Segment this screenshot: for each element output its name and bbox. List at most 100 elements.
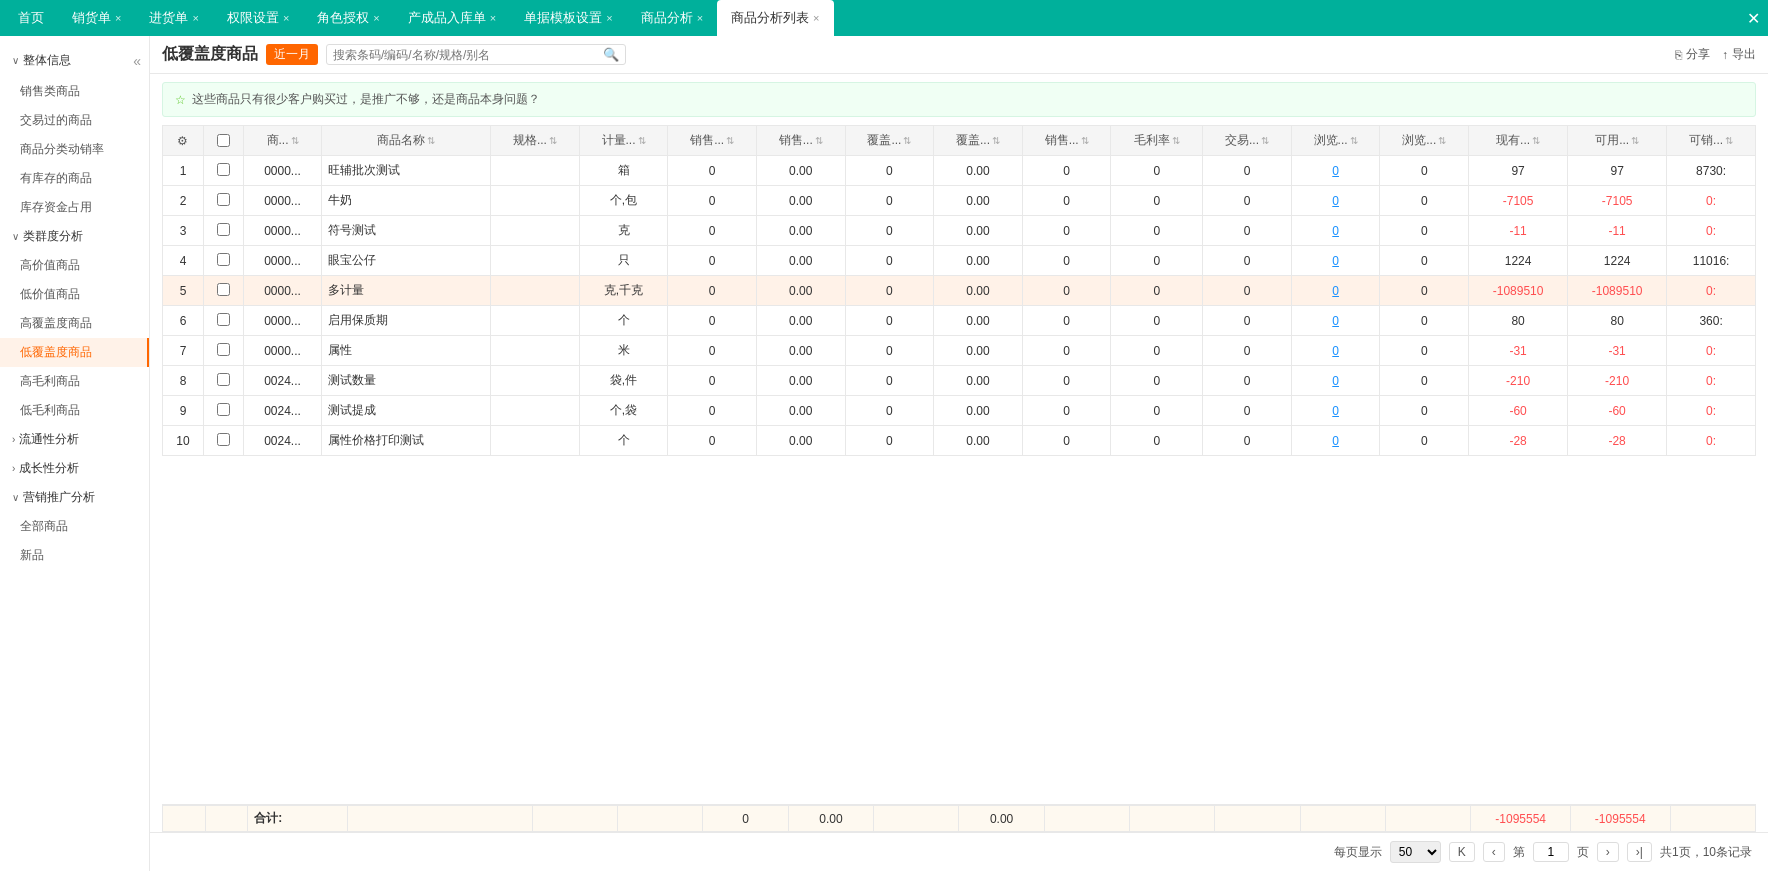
col-name[interactable]: 商品名称⇅ [321,126,490,156]
period-button[interactable]: 近一月 [266,44,318,65]
close-icon[interactable]: × [373,12,379,24]
sidebar-item-high-profit[interactable]: 高毛利商品 [0,367,149,396]
sidebar-item-inventory-goods[interactable]: 有库存的商品 [0,164,149,193]
col-saleable[interactable]: 可销...⇅ [1667,126,1756,156]
close-icon[interactable]: × [115,12,121,24]
close-icon[interactable]: × [192,12,198,24]
sidebar-item-category-rate[interactable]: 商品分类动销率 [0,135,149,164]
row-browse1[interactable]: 0 [1291,216,1380,246]
row-checkbox-input[interactable] [217,163,230,176]
row-checkbox[interactable] [203,156,243,186]
nav-tab-home[interactable]: 首页 [4,0,58,36]
col-cover2[interactable]: 覆盖...⇅ [934,126,1023,156]
row-checkbox-input[interactable] [217,403,230,416]
col-unit[interactable]: 计量...⇅ [579,126,668,156]
sidebar-section-overall[interactable]: ∨ 整体信息 [8,48,75,73]
sidebar-item-low-coverage[interactable]: 低覆盖度商品 [0,338,149,367]
page-size-select[interactable]: 50 20 100 200 [1390,841,1441,863]
sidebar-item-capital-usage[interactable]: 库存资金占用 [0,193,149,222]
sidebar-section-circulation[interactable]: › 流通性分析 [0,425,149,454]
nav-tab-roles[interactable]: 角色授权 × [303,0,393,36]
row-checkbox-input[interactable] [217,343,230,356]
col-sales-amt[interactable]: 销售...⇅ [756,126,845,156]
share-button[interactable]: ⎘ 分享 [1675,46,1710,63]
sidebar-item-new-goods[interactable]: 新品 [0,541,149,570]
row-browse2: 0 [1380,336,1469,366]
row-checkbox-input[interactable] [217,433,230,446]
row-checkbox[interactable] [203,426,243,456]
page-input[interactable] [1533,842,1569,862]
row-checkbox[interactable] [203,336,243,366]
row-checkbox-input[interactable] [217,283,230,296]
close-icon[interactable]: × [697,12,703,24]
sidebar-item-low-value[interactable]: 低价值商品 [0,280,149,309]
sidebar-section-group[interactable]: ∨ 类群度分析 [0,222,149,251]
col-current[interactable]: 现有...⇅ [1469,126,1568,156]
row-browse1[interactable]: 0 [1291,246,1380,276]
row-browse1[interactable]: 0 [1291,426,1380,456]
col-checkbox[interactable] [203,126,243,156]
row-browse1[interactable]: 0 [1291,396,1380,426]
sidebar-item-all-goods[interactable]: 全部商品 [0,512,149,541]
sidebar-item-low-profit[interactable]: 低毛利商品 [0,396,149,425]
row-checkbox[interactable] [203,246,243,276]
col-cover1[interactable]: 覆盖...⇅ [845,126,934,156]
close-icon[interactable]: × [283,12,289,24]
row-checkbox[interactable] [203,366,243,396]
sidebar-item-high-coverage[interactable]: 高覆盖度商品 [0,309,149,338]
row-checkbox-input[interactable] [217,253,230,266]
sidebar-item-sales-goods[interactable]: 销售类商品 [0,77,149,106]
close-icon[interactable]: × [490,12,496,24]
sidebar-item-high-value[interactable]: 高价值商品 [0,251,149,280]
col-settings[interactable]: ⚙ [163,126,204,156]
col-browse1[interactable]: 浏览...⇅ [1291,126,1380,156]
row-browse1[interactable]: 0 [1291,336,1380,366]
col-sales-qty[interactable]: 销售...⇅ [668,126,757,156]
row-checkbox[interactable] [203,216,243,246]
nav-tab-sales[interactable]: 销货单 × [58,0,135,36]
row-checkbox[interactable] [203,276,243,306]
row-browse1[interactable]: 0 [1291,276,1380,306]
row-checkbox-input[interactable] [217,373,230,386]
row-browse1[interactable]: 0 [1291,186,1380,216]
search-input[interactable] [333,48,599,62]
chevron-right-icon: › [12,463,15,474]
row-checkbox[interactable] [203,396,243,426]
col-trade[interactable]: 交易...⇅ [1203,126,1292,156]
col-available[interactable]: 可用...⇅ [1568,126,1667,156]
nav-tab-purchase[interactable]: 进货单 × [135,0,212,36]
row-browse1[interactable]: 0 [1291,366,1380,396]
sidebar-section-marketing[interactable]: ∨ 营销推广分析 [0,483,149,512]
row-checkbox-input[interactable] [217,313,230,326]
sidebar-section-growth[interactable]: › 成长性分析 [0,454,149,483]
row-checkbox[interactable] [203,306,243,336]
row-browse1[interactable]: 0 [1291,156,1380,186]
next-page-button[interactable]: › [1597,842,1619,862]
col-code[interactable]: 商...⇅ [244,126,321,156]
close-icon[interactable]: × [813,12,819,24]
export-button[interactable]: ↑ 导出 [1722,46,1756,63]
sidebar-collapse-button[interactable]: « [133,53,141,69]
prev-page-button[interactable]: ‹ [1483,842,1505,862]
nav-tab-template[interactable]: 单据模板设置 × [510,0,626,36]
nav-tab-analysis[interactable]: 商品分析 × [627,0,717,36]
nav-tab-analysis-list[interactable]: 商品分析列表 × [717,0,833,36]
row-checkbox-input[interactable] [217,193,230,206]
first-page-button[interactable]: K [1449,842,1475,862]
row-browse1[interactable]: 0 [1291,306,1380,336]
window-close-button[interactable]: ✕ [1747,9,1760,28]
row-cover2: 0.00 [934,216,1023,246]
sidebar-item-traded-goods[interactable]: 交易过的商品 [0,106,149,135]
col-spec[interactable]: 规格...⇅ [491,126,580,156]
close-icon[interactable]: × [606,12,612,24]
row-name: 测试提成 [321,396,490,426]
last-page-button[interactable]: ›| [1627,842,1652,862]
nav-tab-warehouse[interactable]: 产成品入库单 × [394,0,510,36]
row-checkbox[interactable] [203,186,243,216]
nav-tab-permissions[interactable]: 权限设置 × [213,0,303,36]
select-all-checkbox[interactable] [217,134,230,147]
col-browse2[interactable]: 浏览...⇅ [1380,126,1469,156]
col-sales3[interactable]: 销售...⇅ [1022,126,1111,156]
col-gross-rate[interactable]: 毛利率⇅ [1111,126,1203,156]
row-checkbox-input[interactable] [217,223,230,236]
